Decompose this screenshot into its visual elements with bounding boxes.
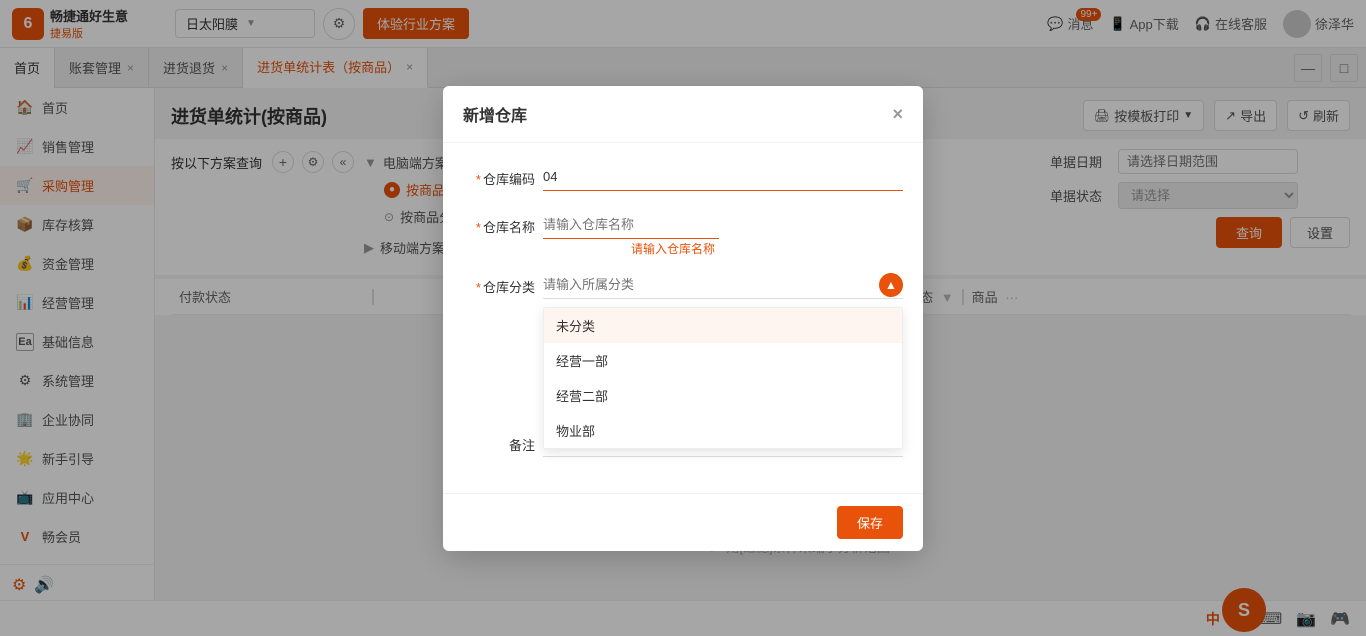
dropdown-item-operations2[interactable]: 经营二部 (544, 378, 902, 413)
dialog-body: 仓库编码 仓库名称 请输入仓库名称 仓库分类 ▲ 未分类 (443, 143, 923, 493)
category-input[interactable] (543, 271, 903, 299)
warehouse-name-row: 仓库名称 请输入仓库名称 (463, 211, 903, 239)
warehouse-name-input[interactable] (543, 211, 719, 239)
save-button[interactable]: 保存 (837, 506, 903, 539)
add-warehouse-dialog: 新增仓库 × 仓库编码 仓库名称 请输入仓库名称 仓库分类 (443, 86, 923, 551)
dialog-header: 新增仓库 × (443, 86, 923, 143)
warehouse-category-row: 仓库分类 ▲ 未分类 经营一部 经营二部 物业部 (463, 271, 903, 299)
modal-overlay: 新增仓库 × 仓库编码 仓库名称 请输入仓库名称 仓库分类 (0, 0, 1366, 636)
dialog-footer: 保存 (443, 493, 923, 551)
category-dropdown-toggle[interactable]: ▲ (879, 273, 903, 297)
name-error-message: 请输入仓库名称 (631, 240, 715, 257)
dialog-title: 新增仓库 (463, 102, 527, 126)
name-label: 仓库名称 (463, 211, 543, 236)
category-dropdown-list: 未分类 经营一部 经营二部 物业部 (543, 307, 903, 449)
code-label: 仓库编码 (463, 163, 543, 188)
warehouse-code-row: 仓库编码 (463, 163, 903, 191)
dropdown-item-property[interactable]: 物业部 (544, 413, 902, 448)
dialog-close-button[interactable]: × (892, 105, 903, 123)
category-select-wrapper: ▲ 未分类 经营一部 经营二部 物业部 (543, 271, 903, 299)
dropdown-item-uncategorized[interactable]: 未分类 (544, 308, 902, 343)
notes-label: 备注 (463, 429, 543, 454)
category-label: 仓库分类 (463, 271, 543, 296)
dropdown-item-operations1[interactable]: 经营一部 (544, 343, 902, 378)
warehouse-code-input[interactable] (543, 163, 903, 191)
